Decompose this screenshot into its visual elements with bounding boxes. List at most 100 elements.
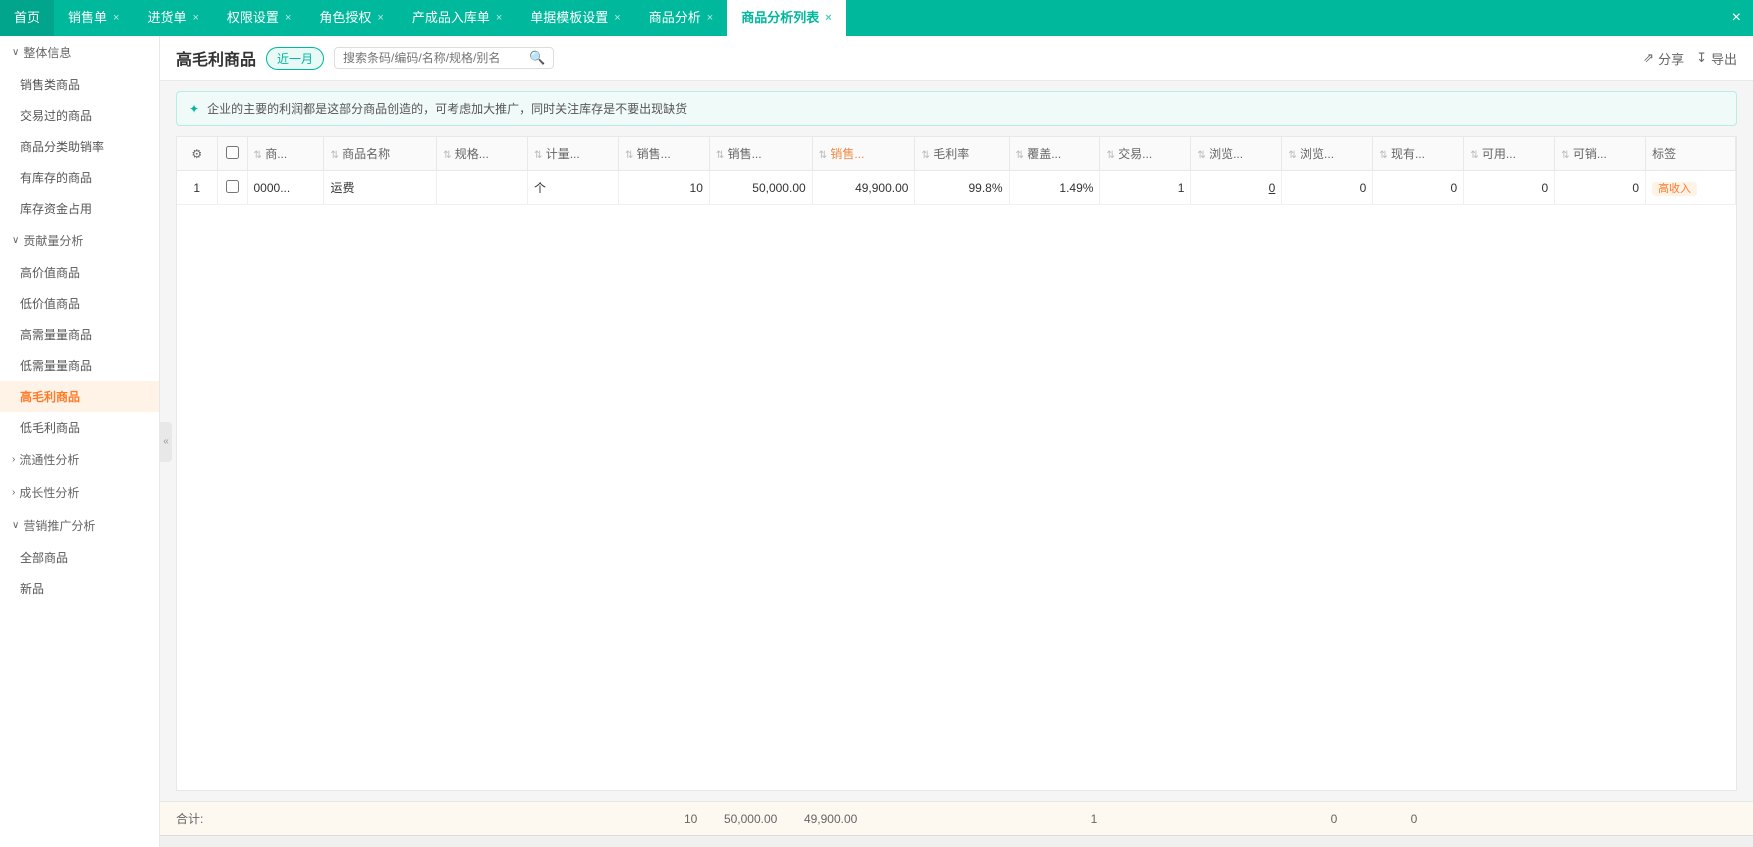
- sidebar-item-low-demand[interactable]: 低需量量商品: [0, 350, 159, 381]
- nav-item-sales[interactable]: 销售单 ×: [54, 0, 133, 36]
- row-gross-margin: 99.8%: [915, 171, 1009, 205]
- col-header-gross-margin[interactable]: ⇅ 毛利率: [915, 137, 1009, 171]
- close-icon[interactable]: ×: [496, 0, 502, 36]
- col-header-sales-count[interactable]: ⇅ 销售...: [618, 137, 709, 171]
- top-nav: 首页 销售单 × 进货单 × 权限设置 × 角色授权 × 产成品入库单 × 单据…: [0, 0, 1753, 36]
- settings-column-header[interactable]: ⚙: [177, 137, 217, 171]
- footer-sales-profit: 49,900.00: [783, 812, 863, 826]
- footer-sales-amount: 50,000.00: [703, 812, 783, 826]
- row-coverage: 1.49%: [1009, 171, 1100, 205]
- select-all-checkbox[interactable]: [226, 146, 239, 159]
- col-header-unit[interactable]: ⇅ 计量...: [528, 137, 619, 171]
- row-transaction: 1: [1100, 171, 1191, 205]
- export-button[interactable]: ↧ 导出: [1696, 49, 1737, 68]
- sidebar-item-traded-goods[interactable]: 交易过的商品: [0, 100, 159, 131]
- row-spec: [437, 171, 528, 205]
- export-icon: ↧: [1696, 50, 1707, 66]
- col-header-stock-sellable[interactable]: ⇅ 可销...: [1555, 137, 1646, 171]
- sidebar-collapse-button[interactable]: «: [160, 422, 172, 462]
- nav-item-template[interactable]: 单据模板设置 ×: [516, 0, 634, 36]
- sidebar-group-growth[interactable]: › 成长性分析: [0, 476, 159, 509]
- close-icon[interactable]: ×: [285, 0, 291, 36]
- close-icon[interactable]: ×: [113, 0, 119, 36]
- nav-item-role[interactable]: 角色授权 ×: [305, 0, 397, 36]
- row-name: 运费: [324, 171, 437, 205]
- nav-item-analysis-list[interactable]: 商品分析列表 ×: [727, 0, 845, 36]
- footer-sales-count-val: 10: [623, 812, 703, 826]
- nav-item-permission[interactable]: 权限设置 ×: [213, 0, 305, 36]
- chevron-down-icon: ∨: [12, 520, 19, 531]
- col-header-coverage[interactable]: ⇅ 覆盖...: [1009, 137, 1100, 171]
- footer-label: 合计:: [176, 810, 203, 827]
- row-stock-available: 0: [1464, 171, 1555, 205]
- sidebar-group-marketing[interactable]: ∨ 营销推广分析: [0, 509, 159, 542]
- sidebar-item-low-value[interactable]: 低价值商品: [0, 288, 159, 319]
- page-title: 高毛利商品: [176, 46, 256, 70]
- sidebar-group-contribution[interactable]: ∨ 贡献量分析: [0, 224, 159, 257]
- row-index: 1: [177, 171, 217, 205]
- main-layout: ∨ 整体信息 销售类商品 交易过的商品 商品分类助销率 有库存的商品 库存资金占…: [0, 36, 1753, 847]
- close-icon[interactable]: ×: [614, 0, 620, 36]
- sidebar-item-high-value[interactable]: 高价值商品: [0, 257, 159, 288]
- row-checkbox[interactable]: [217, 171, 247, 205]
- share-button[interactable]: ⇗ 分享: [1643, 49, 1684, 68]
- col-header-name[interactable]: ⇅ 商品名称: [324, 137, 437, 171]
- sidebar-item-low-margin[interactable]: 低毛利商品: [0, 412, 159, 443]
- search-input[interactable]: [343, 51, 523, 65]
- close-icon[interactable]: ×: [192, 0, 198, 36]
- close-icon[interactable]: ×: [825, 0, 831, 36]
- nav-item-production[interactable]: 产成品入库单 ×: [398, 0, 516, 36]
- col-header-tag[interactable]: 标签: [1646, 137, 1736, 171]
- close-icon[interactable]: ×: [707, 0, 713, 36]
- col-header-code[interactable]: ⇅ 商...: [247, 137, 324, 171]
- nav-item-home[interactable]: 首页: [0, 0, 54, 36]
- row-code[interactable]: 0000...: [247, 171, 324, 205]
- table-header-row: ⚙ ⇅ 商... ⇅ 商品名称 ⇅ 规格...: [177, 137, 1736, 171]
- sidebar-item-high-demand[interactable]: 高需量量商品: [0, 319, 159, 350]
- footer-transaction: 1: [1023, 812, 1103, 826]
- row-tag: 高收入: [1646, 171, 1736, 205]
- chevron-down-icon: ∨: [12, 47, 19, 58]
- sidebar-group-liquidity[interactable]: › 流通性分析: [0, 443, 159, 476]
- content-header: 高毛利商品 近一月 🔍 ⇗ 分享 ↧ 导出: [160, 36, 1753, 81]
- nav-item-analysis[interactable]: 商品分析 ×: [635, 0, 727, 36]
- sidebar-item-category-rate[interactable]: 商品分类助销率: [0, 131, 159, 162]
- table-footer: 合计: 10 50,000.00 49,900.00 1 0 0: [160, 801, 1753, 835]
- close-all-button[interactable]: ×: [1720, 0, 1753, 36]
- header-actions: ⇗ 分享 ↧ 导出: [1643, 49, 1737, 68]
- checkbox-column-header[interactable]: [217, 137, 247, 171]
- nav-item-purchase[interactable]: 进货单 ×: [133, 0, 212, 36]
- footer-stock-available: 0: [1343, 812, 1423, 826]
- sidebar-item-high-margin[interactable]: 高毛利商品: [0, 381, 159, 412]
- col-header-stock-available[interactable]: ⇅ 可用...: [1464, 137, 1555, 171]
- horizontal-scrollbar[interactable]: [160, 835, 1753, 847]
- col-header-browse2[interactable]: ⇅ 浏览...: [1282, 137, 1373, 171]
- row-browse1[interactable]: 0: [1191, 171, 1282, 205]
- col-header-browse1[interactable]: ⇅ 浏览...: [1191, 137, 1282, 171]
- close-icon[interactable]: ×: [377, 0, 383, 36]
- row-sales-amount: 50,000.00: [709, 171, 812, 205]
- sidebar-item-sales-goods[interactable]: 销售类商品: [0, 69, 159, 100]
- data-table-wrapper: ⚙ ⇅ 商... ⇅ 商品名称 ⇅ 规格...: [176, 136, 1737, 791]
- chevron-right-icon: ›: [12, 487, 15, 498]
- row-browse2: 0: [1282, 171, 1373, 205]
- col-header-sales-profit[interactable]: ⇅ 销售...: [812, 137, 915, 171]
- col-header-sales-amount[interactable]: ⇅ 销售...: [709, 137, 812, 171]
- col-header-spec[interactable]: ⇅ 规格...: [437, 137, 528, 171]
- info-banner: ✦ 企业的主要的利润都是这部分商品创造的，可考虑加大推广，同时关注库存是不要出现…: [176, 91, 1737, 126]
- footer-stock-current: 0: [1263, 812, 1343, 826]
- chevron-right-icon: ›: [12, 454, 15, 465]
- table-row: 1 0000... 运费 个 10 50,000.00 49,900.00 99…: [177, 171, 1736, 205]
- sidebar-item-instock-goods[interactable]: 有库存的商品: [0, 162, 159, 193]
- col-header-transaction[interactable]: ⇅ 交易...: [1100, 137, 1191, 171]
- sidebar-item-stock-fund[interactable]: 库存资金占用: [0, 193, 159, 224]
- data-table: ⚙ ⇅ 商... ⇅ 商品名称 ⇅ 规格...: [177, 137, 1736, 205]
- share-icon: ⇗: [1643, 50, 1654, 66]
- sidebar-item-new-goods[interactable]: 新品: [0, 573, 159, 604]
- col-header-stock-current[interactable]: ⇅ 现有...: [1373, 137, 1464, 171]
- sidebar-item-all-goods[interactable]: 全部商品: [0, 542, 159, 573]
- sidebar-group-overall[interactable]: ∨ 整体信息: [0, 36, 159, 69]
- search-icon[interactable]: 🔍: [529, 50, 545, 66]
- filter-button[interactable]: 近一月: [266, 47, 324, 70]
- sidebar-wrapper: ∨ 整体信息 销售类商品 交易过的商品 商品分类助销率 有库存的商品 库存资金占…: [0, 36, 160, 847]
